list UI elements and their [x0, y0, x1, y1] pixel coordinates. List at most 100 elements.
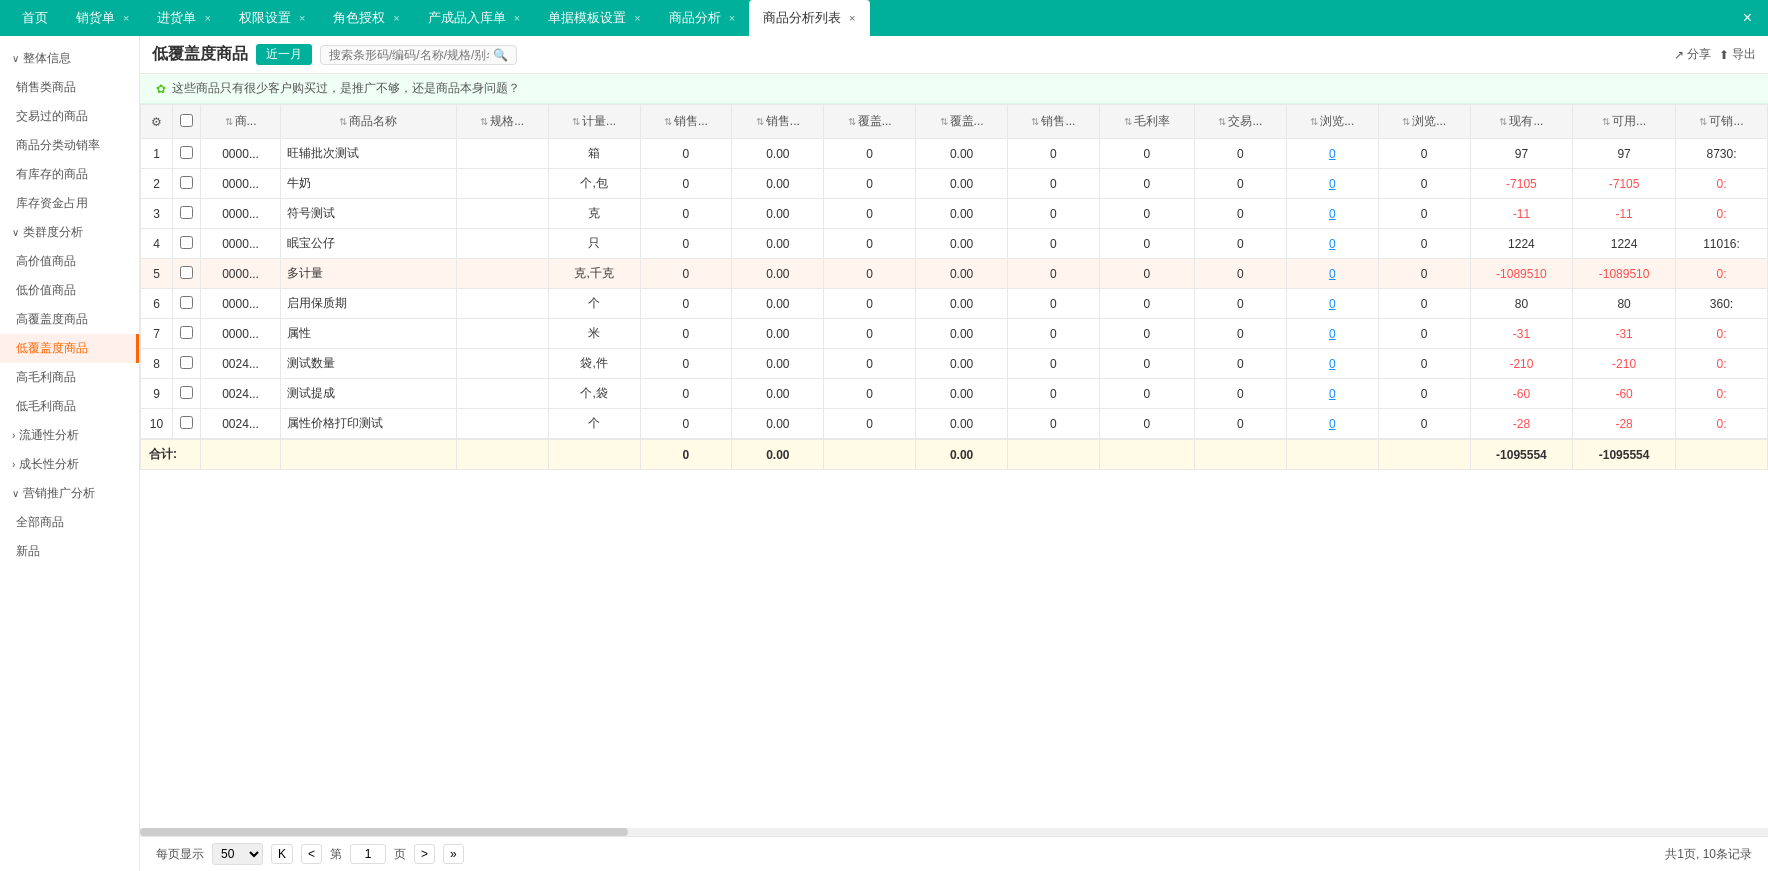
col-sales-qty[interactable]: 销售... — [640, 105, 732, 139]
close-icon[interactable]: × — [123, 12, 129, 24]
sidebar-item-low-coverage[interactable]: 低覆盖度商品 — [0, 334, 139, 363]
col-trade[interactable]: 交易... — [1194, 105, 1286, 139]
close-icon[interactable]: × — [299, 12, 305, 24]
col-stock-avail[interactable]: 可用... — [1573, 105, 1676, 139]
row-checkbox[interactable] — [180, 236, 193, 249]
sidebar-section-liquidity[interactable]: › 流通性分析 — [0, 421, 139, 450]
page-size-label: 每页显示 — [156, 846, 204, 863]
col-spec[interactable]: 规格... — [456, 105, 548, 139]
main-layout: ∨ 整体信息 销售类商品 交易过的商品 商品分类动销率 有库存的商品 库存资金占… — [0, 36, 1768, 871]
nav-tab-goods-analysis-list[interactable]: 商品分析列表 × — [749, 0, 869, 36]
search-box: 🔍 — [320, 45, 517, 65]
top-navigation: 首页 销货单 × 进货单 × 权限设置 × 角色授权 × 产成品入库单 × 单据… — [0, 0, 1768, 36]
page-size-select[interactable]: 20 50 100 200 — [212, 843, 263, 865]
nav-tab-sales[interactable]: 销货单 × — [62, 0, 143, 36]
sidebar-collapse-button[interactable]: « — [139, 434, 140, 474]
row-checkbox[interactable] — [180, 356, 193, 369]
table-row: 3 0000... 符号测试 克 0 0.00 0 0.00 0 0 0 0 0… — [141, 199, 1768, 229]
col-stock-sale[interactable]: 可销... — [1675, 105, 1767, 139]
nav-tab-purchase[interactable]: 进货单 × — [143, 0, 224, 36]
nav-tab-perm[interactable]: 权限设置 × — [225, 0, 319, 36]
data-table-wrapper: ⚙ 商... 商品名称 规格... 计量... 销售... 销售... 覆盖..… — [140, 104, 1768, 828]
share-button[interactable]: ↗ 分享 — [1674, 46, 1711, 63]
col-cover2[interactable]: 覆盖... — [916, 105, 1008, 139]
row-checkbox[interactable] — [180, 266, 193, 279]
sidebar-item-category-rate[interactable]: 商品分类动销率 — [0, 131, 139, 160]
close-icon[interactable]: × — [634, 12, 640, 24]
nav-tab-home[interactable]: 首页 — [8, 0, 62, 36]
sidebar-section-marketing[interactable]: ∨ 营销推广分析 — [0, 479, 139, 508]
sidebar-item-stocked-goods[interactable]: 有库存的商品 — [0, 160, 139, 189]
row-checkbox[interactable] — [180, 176, 193, 189]
next-page-button[interactable]: > — [414, 844, 435, 864]
sidebar-item-high-margin[interactable]: 高毛利商品 — [0, 363, 139, 392]
export-button[interactable]: ⬆ 导出 — [1719, 46, 1756, 63]
close-icon[interactable]: × — [514, 12, 520, 24]
total-cover2: 0.00 — [916, 439, 1008, 470]
col-browse2[interactable]: 浏览... — [1378, 105, 1470, 139]
sidebar-item-new-goods[interactable]: 新品 — [0, 537, 139, 566]
close-icon[interactable]: × — [729, 12, 735, 24]
close-icon[interactable]: × — [393, 12, 399, 24]
total-sales-qty: 0 — [640, 439, 732, 470]
row-checkbox[interactable] — [180, 326, 193, 339]
goods-table: ⚙ 商... 商品名称 规格... 计量... 销售... 销售... 覆盖..… — [140, 104, 1768, 470]
sidebar-item-all-goods[interactable]: 全部商品 — [0, 508, 139, 537]
sidebar-item-low-margin[interactable]: 低毛利商品 — [0, 392, 139, 421]
close-icon[interactable]: × — [849, 12, 855, 24]
sidebar: ∨ 整体信息 销售类商品 交易过的商品 商品分类动销率 有库存的商品 库存资金占… — [0, 36, 140, 871]
sidebar-item-high-coverage[interactable]: 高覆盖度商品 — [0, 305, 139, 334]
content-area: 低覆盖度商品 近一月 🔍 ↗ 分享 ⬆ 导出 ✿ 这些商品只有很少客户购买过，是… — [140, 36, 1768, 871]
sidebar-item-low-value[interactable]: 低价值商品 — [0, 276, 139, 305]
sidebar-item-high-value[interactable]: 高价值商品 — [0, 247, 139, 276]
col-stock-curr[interactable]: 现有... — [1470, 105, 1573, 139]
share-icon: ↗ — [1674, 48, 1684, 62]
col-name[interactable]: 商品名称 — [281, 105, 457, 139]
last-page-button[interactable]: » — [443, 844, 464, 864]
total-row: 合计: 0 0.00 0.00 -10955 — [141, 439, 1768, 470]
sidebar-item-traded-goods[interactable]: 交易过的商品 — [0, 102, 139, 131]
search-icon[interactable]: 🔍 — [493, 48, 508, 62]
col-cover1[interactable]: 覆盖... — [824, 105, 916, 139]
table-row: 8 0024... 测试数量 袋,件 0 0.00 0 0.00 0 0 0 0… — [141, 349, 1768, 379]
total-info: 共1页, 10条记录 — [1665, 846, 1752, 863]
sidebar-item-sales-goods[interactable]: 销售类商品 — [0, 73, 139, 102]
horizontal-scrollbar[interactable] — [140, 828, 1768, 836]
sidebar-section-class-analysis[interactable]: ∨ 类群度分析 — [0, 218, 139, 247]
action-buttons: ↗ 分享 ⬆ 导出 — [1674, 46, 1756, 63]
sidebar-section-overall[interactable]: ∨ 整体信息 — [0, 44, 139, 73]
col-sales-amt[interactable]: 销售... — [732, 105, 824, 139]
select-all-checkbox[interactable] — [180, 114, 193, 127]
close-icon[interactable]: × — [204, 12, 210, 24]
table-row: 7 0000... 属性 米 0 0.00 0 0.00 0 0 0 0 0 -… — [141, 319, 1768, 349]
search-input[interactable] — [329, 48, 489, 62]
sidebar-item-stock-capital[interactable]: 库存资金占用 — [0, 189, 139, 218]
col-gross[interactable]: 毛利率 — [1099, 105, 1194, 139]
col-browse1[interactable]: 浏览... — [1286, 105, 1378, 139]
nav-tab-template[interactable]: 单据模板设置 × — [534, 0, 654, 36]
info-icon: ✿ — [156, 82, 166, 96]
col-sales3[interactable]: 销售... — [1008, 105, 1100, 139]
table-row: 10 0024... 属性价格打印测试 个 0 0.00 0 0.00 0 0 … — [141, 409, 1768, 440]
close-all-tabs-button[interactable]: × — [1735, 5, 1760, 31]
page-number-input[interactable] — [350, 844, 386, 864]
scrollbar-thumb[interactable] — [140, 828, 628, 836]
first-page-button[interactable]: K — [271, 844, 293, 864]
prev-page-button[interactable]: < — [301, 844, 322, 864]
nav-tab-role[interactable]: 角色授权 × — [319, 0, 413, 36]
period-button[interactable]: 近一月 — [256, 44, 312, 65]
row-checkbox[interactable] — [180, 146, 193, 159]
pagination-bar: 每页显示 20 50 100 200 K < 第 页 > » 共1页, 10条记… — [140, 836, 1768, 871]
nav-tab-product-inbound[interactable]: 产成品入库单 × — [414, 0, 534, 36]
nav-tab-goods-analysis[interactable]: 商品分析 × — [655, 0, 749, 36]
col-checkbox[interactable] — [173, 105, 201, 139]
row-checkbox[interactable] — [180, 386, 193, 399]
row-checkbox[interactable] — [180, 416, 193, 429]
total-label: 合计: — [141, 439, 201, 470]
col-settings[interactable]: ⚙ — [141, 105, 173, 139]
sidebar-section-growth[interactable]: › 成长性分析 — [0, 450, 139, 479]
col-code[interactable]: 商... — [201, 105, 281, 139]
col-unit[interactable]: 计量... — [548, 105, 640, 139]
row-checkbox[interactable] — [180, 206, 193, 219]
row-checkbox[interactable] — [180, 296, 193, 309]
